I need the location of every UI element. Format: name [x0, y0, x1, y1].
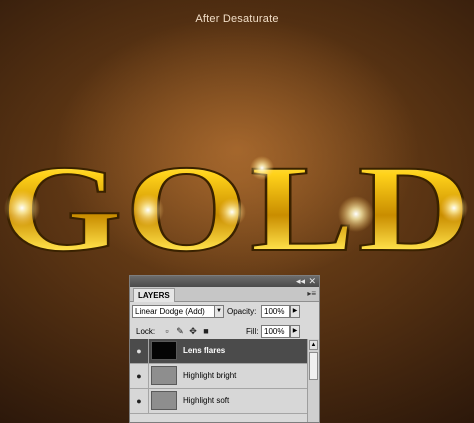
fill-slider-arrow-icon[interactable]: ▶ — [290, 325, 300, 338]
scroll-thumb[interactable] — [309, 352, 318, 380]
opacity-label: Opacity: — [227, 307, 257, 316]
layer-row-highlight-soft[interactable]: ● Highlight soft — [130, 389, 307, 414]
eye-icon[interactable]: ● — [130, 339, 149, 363]
lens-flare — [4, 190, 40, 226]
opacity-input[interactable]: 100% — [261, 305, 290, 318]
blend-mode-select[interactable]: Linear Dodge (Add) — [132, 305, 224, 318]
layer-thumbnail — [151, 391, 177, 410]
chevron-down-icon[interactable]: ▼ — [214, 305, 224, 318]
lens-flare — [338, 196, 374, 232]
opacity-slider-arrow-icon[interactable]: ▶ — [290, 305, 300, 318]
lock-label: Lock: — [136, 327, 156, 336]
lock-move-icon[interactable]: ✥ — [188, 326, 198, 336]
layer-row-lens-flares[interactable]: ● Lens flares — [130, 339, 307, 364]
panel-tab-row: LAYERS ▸≡ — [130, 287, 319, 302]
double-arrow-icon[interactable]: ◂◂ — [296, 276, 305, 287]
lens-flare — [132, 194, 164, 226]
layer-thumbnail — [151, 366, 177, 385]
lock-all-icon[interactable]: ■ — [201, 326, 211, 336]
lens-flare — [218, 198, 246, 226]
layer-row-highlight-bright[interactable]: ● Highlight bright — [130, 364, 307, 389]
layer-name: Highlight soft — [183, 396, 230, 405]
gold-text-artwork: GOLD — [0, 140, 473, 278]
lock-transparent-icon[interactable]: ▫ — [162, 326, 172, 336]
lock-brush-icon[interactable]: ✎ — [175, 326, 185, 336]
panel-titlebar[interactable]: ◂◂ ✕ — [130, 276, 319, 287]
fill-input[interactable]: 100% — [261, 325, 290, 338]
eye-icon[interactable]: ● — [130, 364, 149, 388]
layers-panel: ◂◂ ✕ LAYERS ▸≡ Linear Dodge (Add) ▼ Opac… — [129, 275, 320, 423]
tab-layers[interactable]: LAYERS — [133, 288, 175, 302]
lens-flare — [250, 156, 274, 180]
layer-thumbnail — [151, 341, 177, 360]
lens-flare — [440, 194, 468, 222]
close-icon[interactable]: ✕ — [308, 276, 316, 287]
layer-name: Lens flares — [183, 346, 226, 355]
layers-list: ● Lens flares ● Highlight bright ● Highl… — [130, 339, 307, 414]
caption-text: After Desaturate — [195, 13, 279, 25]
blend-opacity-row: Linear Dodge (Add) ▼ Opacity: 100% ▶ — [130, 302, 319, 322]
fill-label: Fill: — [246, 327, 259, 336]
eye-icon[interactable]: ● — [130, 389, 149, 413]
layer-name: Highlight bright — [183, 371, 237, 380]
panel-menu-icon[interactable]: ▸≡ — [307, 289, 316, 298]
layers-scrollbar[interactable]: ▲ — [307, 339, 319, 422]
scroll-up-icon[interactable]: ▲ — [309, 340, 318, 350]
